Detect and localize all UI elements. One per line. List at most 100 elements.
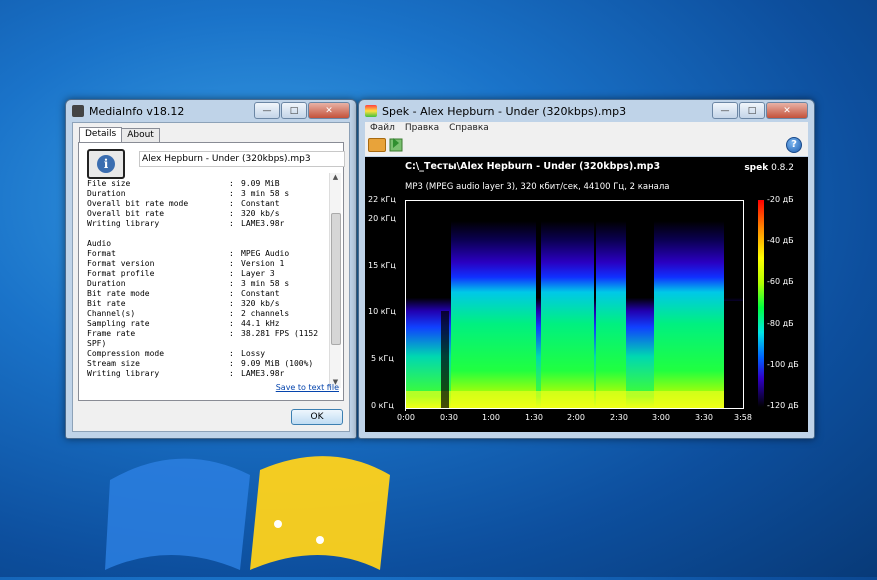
info-key: Duration [87,189,126,198]
spek-window: Spek - Alex Hepburn - Under (320kbps).mp… [358,99,815,439]
info-value: 320 kb/s [241,299,280,308]
x-tick-label: 0:30 [440,413,458,422]
info-value: LAME3.98r [241,369,285,378]
scroll-up-icon[interactable]: ▲ [330,173,341,183]
info-row: Bit rate mode: Constant [87,289,332,299]
info-key: SPF) [87,339,107,348]
info-value: 9.09 MiB [241,179,280,188]
db-tick-label: -120 дБ [767,401,799,410]
x-tick-label: 3:00 [652,413,670,422]
info-row: Writing library: LAME3.98r [87,369,332,379]
info-scrollbar[interactable]: ▲ ▼ [329,173,341,388]
menu-edit[interactable]: Правка [400,122,444,134]
mediainfo-titlebar[interactable]: MediaInfo v18.12 — □ ✕ [66,100,356,122]
spek-brand: spek 0.8.2 [744,163,794,173]
info-key: Frame rate [87,329,136,338]
info-key: Format profile [87,269,155,278]
spek-title: Spek - Alex Hepburn - Under (320kbps).mp… [382,104,627,118]
info-key: Overall bit rate mode [87,199,189,208]
info-key: Compression mode [87,349,165,358]
info-key: Format [87,249,116,258]
info-separator: : [229,209,234,218]
x-tick-label: 3:58 [734,413,752,422]
minimize-button[interactable]: — [712,102,738,119]
maximize-button[interactable]: □ [739,102,765,119]
info-row: Overall bit rate:320 kb/s [87,209,332,219]
info-value: Constant [241,199,280,208]
db-tick-label: -100 дБ [767,360,799,369]
maximize-button[interactable]: □ [281,102,307,119]
info-value: Lossy [241,349,266,358]
close-button[interactable]: ✕ [308,102,350,119]
save-arrow-icon[interactable] [389,136,403,152]
spek-titlebar[interactable]: Spek - Alex Hepburn - Under (320kbps).mp… [359,100,814,122]
menu-help[interactable]: Справка [444,122,494,134]
info-value: 3 min 58 s [241,189,290,198]
info-value: 38.281 FPS (1152 [241,329,319,338]
info-separator: : [229,369,234,378]
info-key: Overall bit rate [87,209,165,218]
menu-bar: Файл Правка Справка [365,122,808,134]
info-separator: : [229,329,234,338]
filename-field[interactable]: Alex Hepburn - Under (320kbps).mp3 [139,151,345,167]
info-value: 2 channels [241,309,290,318]
info-separator: : [229,309,234,318]
info-separator: : [229,289,234,298]
film-info-icon: i [87,149,125,179]
spectrogram-svg [406,201,743,408]
info-value: LAME3.98r [241,219,285,228]
info-row: Frame rate:38.281 FPS (1152 [87,329,332,339]
info-row: Format: MPEG Audio [87,249,332,259]
x-tick-label: 2:00 [567,413,585,422]
info-separator: : [229,279,234,288]
db-tick-label: -20 дБ [767,195,794,204]
y-tick-label: 20 кГц [368,214,396,223]
info-separator: : [229,259,234,268]
minimize-button[interactable]: — [254,102,280,119]
info-row: Format version: Version 1 [87,259,332,269]
details-panel: i Alex Hepburn - Under (320kbps).mp3 Fil… [78,142,345,401]
info-row: Writing library: LAME3.98r [87,219,332,229]
info-row: Audio [87,239,332,249]
info-key: Bit rate [87,299,126,308]
info-separator [229,239,241,249]
info-row: Stream size:9.09 MiB (100%) [87,359,332,369]
info-row: Channel(s):2 channels [87,309,332,319]
windows-logo [105,456,390,570]
tab-about[interactable]: About [121,128,160,143]
info-value: 44.1 kHz [241,319,280,328]
y-tick-label: 5 кГц [371,354,394,363]
x-tick [405,407,406,411]
info-row: Overall bit rate mode: Constant [87,199,332,209]
info-key: File size [87,179,131,188]
info-value: Constant [241,289,280,298]
toolbar: ? [365,134,808,156]
y-tick-label: 10 кГц [368,307,396,316]
info-value: 9.09 MiB (100%) [241,359,314,368]
info-separator: : [229,359,234,368]
info-value [241,339,332,349]
info-separator [229,339,241,349]
save-to-text-link[interactable]: Save to text file [276,383,339,392]
info-key [87,229,229,239]
x-tick-label: 1:00 [482,413,500,422]
x-tick-label: 1:30 [525,413,543,422]
y-tick-label: 0 кГц [371,401,394,410]
plot-title: C:\_Тесты\Alex Hepburn - Under (320kbps)… [405,161,661,172]
x-tick-label: 2:30 [610,413,628,422]
help-icon[interactable]: ? [786,137,802,153]
menu-file[interactable]: Файл [365,122,400,134]
mediainfo-client: Details About i Alex Hepburn - Under (32… [72,122,350,432]
info-separator: : [229,299,234,308]
info-separator: : [229,349,234,358]
info-key: Stream size [87,359,140,368]
open-folder-icon[interactable] [368,138,386,152]
ok-button[interactable]: OK [291,409,343,425]
close-button[interactable]: ✕ [766,102,808,119]
info-key: Audio [87,239,112,248]
scroll-thumb[interactable] [331,213,341,345]
spek-app-icon [365,105,377,117]
db-tick-label: -80 дБ [767,319,794,328]
info-separator: : [229,189,234,198]
tab-details[interactable]: Details [79,127,123,142]
